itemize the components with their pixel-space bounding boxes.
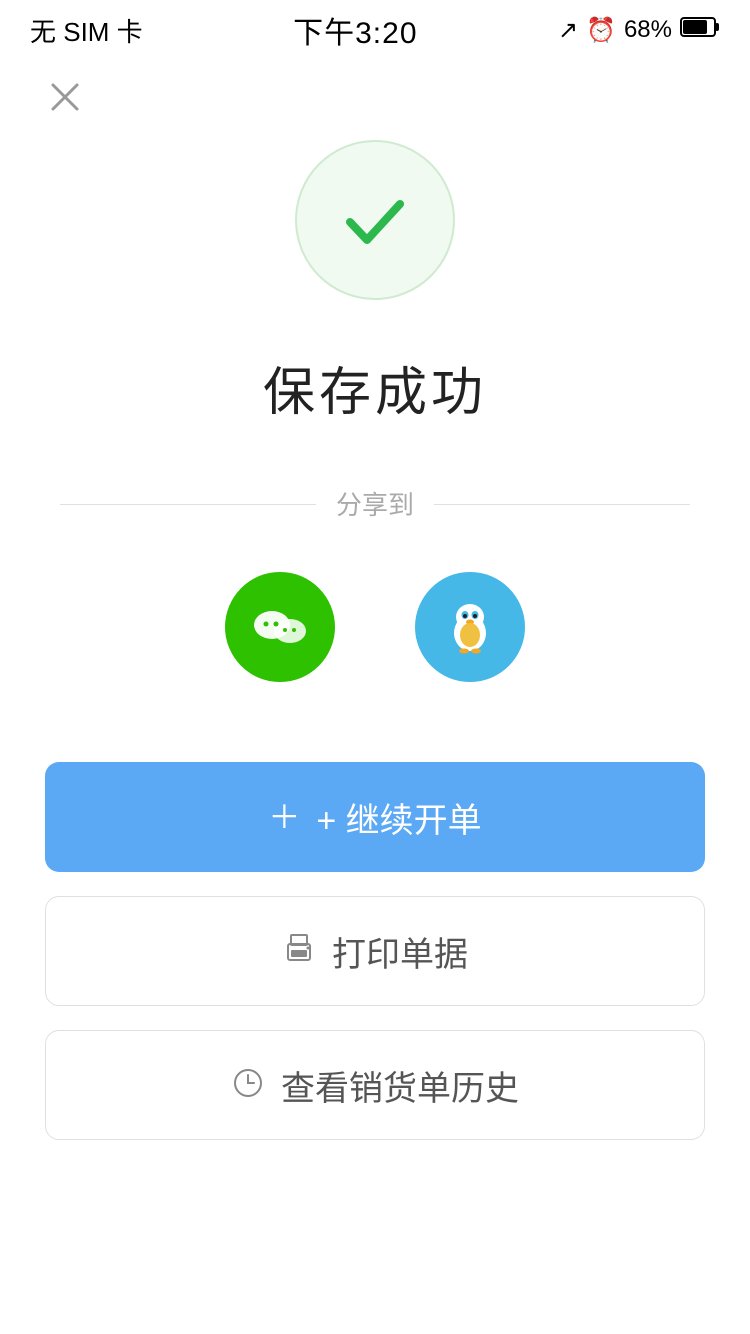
print-button[interactable]: 打印单据 bbox=[45, 896, 705, 1006]
share-label: 分享到 bbox=[316, 485, 434, 522]
printer-icon bbox=[282, 932, 316, 971]
history-button[interactable]: 查看销货单历史 bbox=[45, 1030, 705, 1140]
plus-icon: ＋ bbox=[268, 801, 300, 833]
history-icon bbox=[231, 1066, 265, 1105]
qq-share-button[interactable] bbox=[415, 572, 525, 682]
status-bar: 无 SIM 卡 下午3:20 ↗ ⏰ 68% bbox=[0, 0, 750, 60]
status-right: ↗ ⏰ 68% bbox=[558, 16, 720, 45]
print-label: 打印单据 bbox=[332, 927, 468, 976]
success-icon-circle bbox=[295, 140, 455, 300]
status-left: 无 SIM 卡 bbox=[30, 12, 153, 49]
main-content: 保存成功 分享到 bbox=[0, 60, 750, 1140]
history-label: 查看销货单历史 bbox=[281, 1061, 519, 1110]
no-sim-text: 无 SIM 卡 bbox=[30, 12, 143, 49]
continue-order-button[interactable]: ＋ + 继续开单 bbox=[45, 762, 705, 872]
action-buttons: ＋ + 继续开单 打印单据 查看销货单历史 bbox=[45, 762, 705, 1140]
wechat-share-button[interactable] bbox=[225, 572, 335, 682]
alarm-icon: ⏰ bbox=[586, 16, 616, 45]
share-section: 分享到 bbox=[0, 485, 750, 522]
location-icon: ↗ bbox=[558, 16, 578, 45]
status-time: 下午3:20 bbox=[293, 8, 417, 52]
battery-percent: 68% bbox=[624, 16, 672, 44]
success-title: 保存成功 bbox=[263, 350, 487, 425]
battery-icon bbox=[680, 16, 720, 45]
close-button[interactable] bbox=[40, 72, 90, 122]
share-icons-row bbox=[225, 572, 525, 682]
continue-order-label: + 继续开单 bbox=[316, 793, 481, 842]
